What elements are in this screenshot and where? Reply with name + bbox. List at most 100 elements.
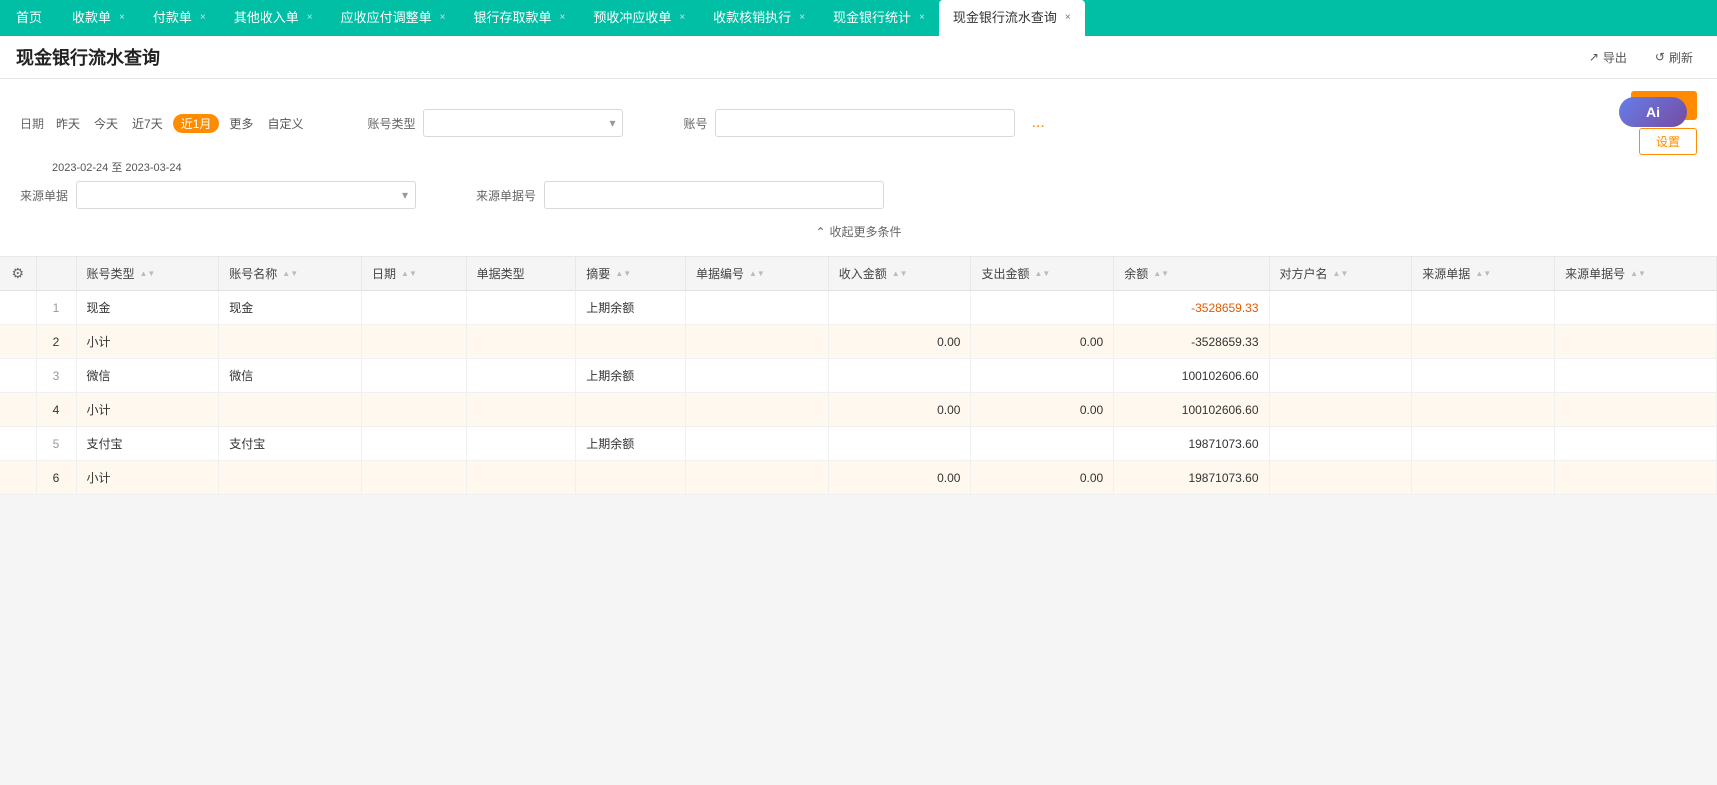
th-source-doc[interactable]: 来源单据 ▲▼ [1412,257,1555,291]
row-source-doc-num-5 [1555,461,1717,495]
close-icon-2[interactable]: × [307,0,313,36]
account-label: 账号 [683,115,707,132]
nav-item-5[interactable]: 预收冲应收单 × [579,0,699,36]
row-summary-1 [576,325,686,359]
row-source-doc-num-4 [1555,427,1717,461]
source-doc-select[interactable] [76,181,416,209]
source-doc-num-filter-group: 来源单据号 [476,181,884,209]
row-expense-3: 0.00 [971,393,1114,427]
row-doc-number-0 [685,291,828,325]
row-income-1: 0.00 [828,325,971,359]
row-account-type-3: 小计 [76,393,219,427]
nav-item-2[interactable]: 其他收入单 × [220,0,327,36]
account-filter-group: 账号 ... [683,109,1052,137]
close-icon-0[interactable]: × [119,0,125,36]
row-income-5: 0.00 [828,461,971,495]
th-gear[interactable]: ⚙ [0,257,36,291]
th-counterpart[interactable]: 对方户名 ▲▼ [1269,257,1412,291]
row-num-4: 5 [36,427,76,461]
table-body: 1 现金 现金 上期余额 -3528659.33 2 小计 0.00 0.00 … [0,291,1717,495]
row-gear-2 [0,359,36,393]
close-icon-6[interactable]: × [799,0,805,36]
nav-item-6[interactable]: 收款核销执行 × [699,0,819,36]
row-doc-type-4 [466,427,576,461]
th-account-name[interactable]: 账号名称 ▲▼ [219,257,362,291]
row-account-type-4: 支付宝 [76,427,219,461]
row-source-doc-2 [1412,359,1555,393]
date-opt-1month[interactable]: 近1月 [173,114,220,133]
date-opt-yesterday[interactable]: 昨天 [52,114,84,133]
row-num-0: 1 [36,291,76,325]
gear-icon[interactable]: ⚙ [11,265,24,281]
nav-item-0[interactable]: 收款单 × [58,0,139,36]
row-gear-5 [0,461,36,495]
row-doc-type-2 [466,359,576,393]
row-balance-3: 100102606.60 [1114,393,1269,427]
row-balance-1: -3528659.33 [1114,325,1269,359]
close-icon-5[interactable]: × [679,0,685,36]
row-account-type-2: 微信 [76,359,219,393]
row-account-name-5 [219,461,362,495]
close-icon-3[interactable]: × [440,0,446,36]
account-input[interactable] [715,109,1015,137]
close-icon-4[interactable]: × [559,0,565,36]
row-income-2 [828,359,971,393]
source-doc-num-label: 来源单据号 [476,187,536,204]
sort-icon-source-doc: ▲▼ [1475,270,1491,278]
source-doc-num-input[interactable] [544,181,884,209]
nav-item-8[interactable]: 现金银行流水查询 × [939,0,1085,36]
th-source-doc-num[interactable]: 来源单据号 ▲▼ [1555,257,1717,291]
nav-item-7[interactable]: 现金银行统计 × [819,0,939,36]
date-opt-today[interactable]: 今天 [90,114,122,133]
th-balance[interactable]: 余额 ▲▼ [1114,257,1269,291]
nav-item-3[interactable]: 应收应付调整单 × [327,0,460,36]
collapse-bar[interactable]: ⌃ 收起更多条件 [20,219,1697,244]
th-doc-number[interactable]: 单据编号 ▲▼ [685,257,828,291]
date-filter-group: 日期 昨天 今天 近7天 近1月 更多 自定义 [20,114,307,133]
close-icon-7[interactable]: × [919,0,925,36]
date-opt-7days[interactable]: 近7天 [128,114,167,133]
row-gear-0 [0,291,36,325]
row-account-type-5: 小计 [76,461,219,495]
close-icon-8[interactable]: × [1065,0,1071,36]
ai-badge[interactable]: Ai [1619,97,1687,127]
row-account-name-4: 支付宝 [219,427,362,461]
date-opt-custom[interactable]: 自定义 [263,114,307,133]
refresh-button[interactable]: ↺ 刷新 [1647,45,1701,70]
account-more-button[interactable]: ... [1023,112,1052,134]
account-type-filter-group: 账号类型 ▾ [367,109,623,137]
export-button[interactable]: ↗ 导出 [1581,45,1635,70]
row-gear-3 [0,393,36,427]
filter-area: 日期 昨天 今天 近7天 近1月 更多 自定义 账号类型 ▾ 账号 [0,79,1717,257]
source-doc-filter-group: 来源单据 ▾ [20,181,416,209]
date-opt-more[interactable]: 更多 [225,114,257,133]
row-expense-4 [971,427,1114,461]
row-balance-4: 19871073.60 [1114,427,1269,461]
nav-item-4[interactable]: 银行存取款单 × [459,0,579,36]
close-icon-1[interactable]: × [200,0,206,36]
row-date-0 [362,291,467,325]
th-income[interactable]: 收入金额 ▲▼ [828,257,971,291]
row-counterpart-4 [1269,427,1412,461]
account-type-select[interactable] [423,109,623,137]
row-num-1: 2 [36,325,76,359]
sort-icon-expense: ▲▼ [1034,270,1050,278]
row-date-5 [362,461,467,495]
nav-item-1[interactable]: 付款单 × [139,0,220,36]
th-summary[interactable]: 摘要 ▲▼ [576,257,686,291]
row-counterpart-2 [1269,359,1412,393]
row-income-4 [828,427,971,461]
row-doc-type-0 [466,291,576,325]
settings-button[interactable]: 设置 [1639,128,1697,155]
source-doc-label: 来源单据 [20,187,68,204]
th-expense[interactable]: 支出金额 ▲▼ [971,257,1114,291]
row-account-name-1 [219,325,362,359]
row-account-name-3 [219,393,362,427]
row-doc-number-1 [685,325,828,359]
sort-icon-doc-number: ▲▼ [749,270,765,278]
account-type-label: 账号类型 [367,115,415,132]
table-row: 6 小计 0.00 0.00 19871073.60 [0,461,1717,495]
nav-home[interactable]: 首页 [0,0,58,36]
th-account-type[interactable]: 账号类型 ▲▼ [76,257,219,291]
th-date[interactable]: 日期 ▲▼ [362,257,467,291]
